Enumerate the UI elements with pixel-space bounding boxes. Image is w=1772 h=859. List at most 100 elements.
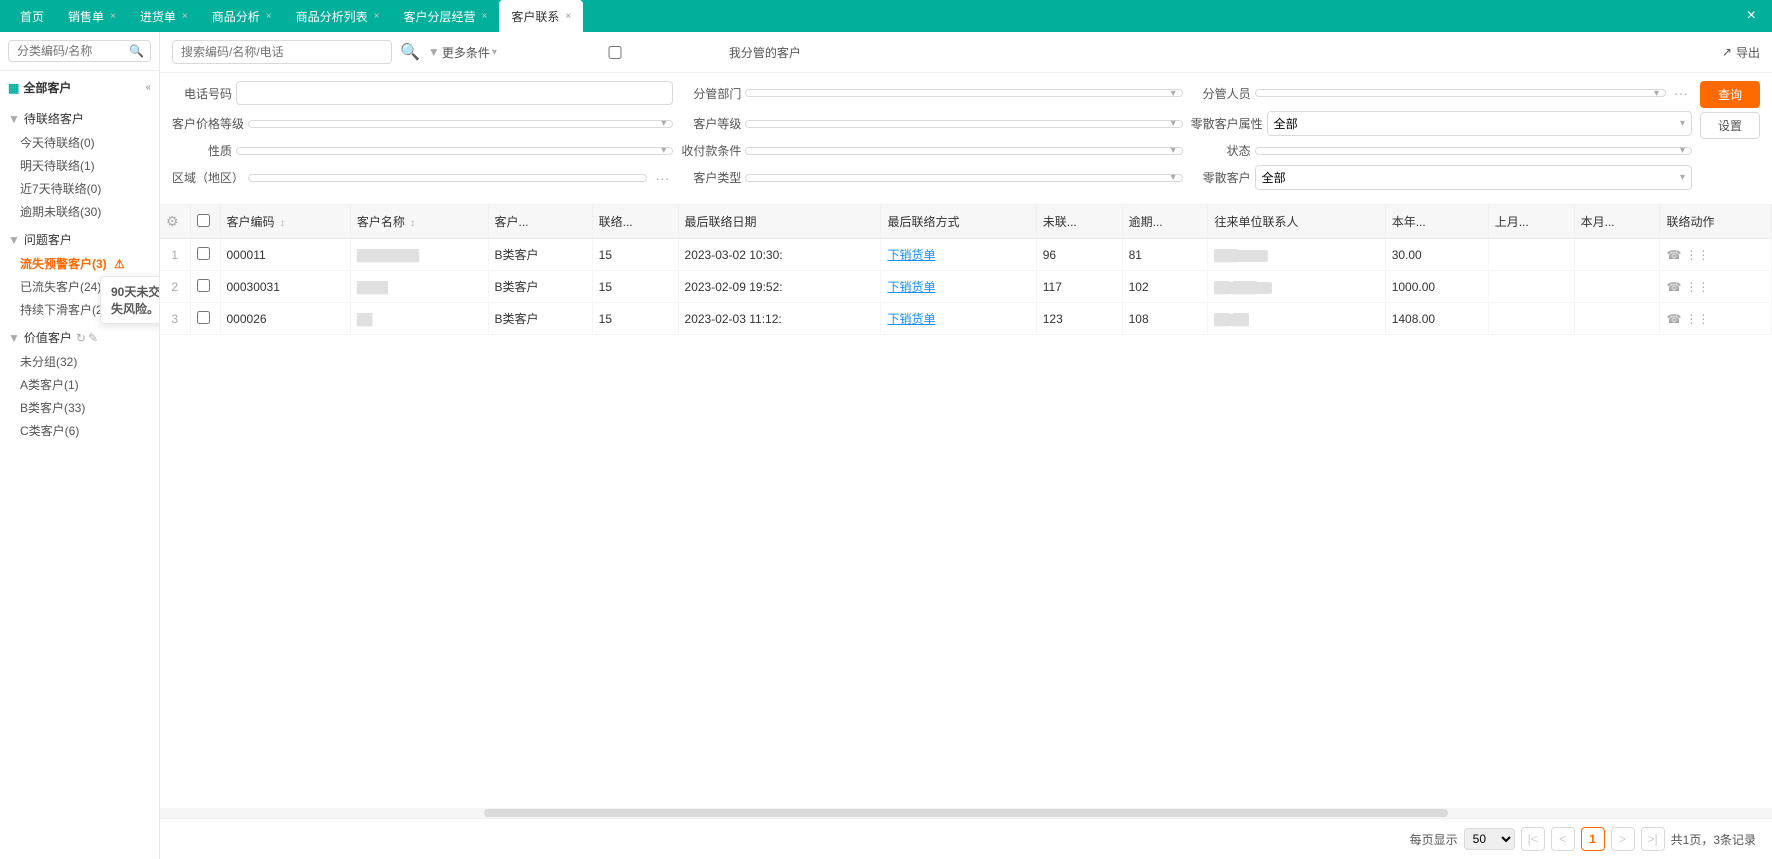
sidebar-section-value-title[interactable]: ▼ 价值客户 ↻ ✎: [0, 325, 159, 350]
sidebar-section-problem-title[interactable]: ▼ 问题客户: [0, 227, 159, 252]
sidebar-item-class-c[interactable]: C类客户(6): [0, 419, 159, 442]
tab-close-analysis-list[interactable]: ×: [374, 11, 380, 22]
sidebar-item-today[interactable]: 今天待联络(0): [0, 131, 159, 154]
scrollbar-thumb[interactable]: [484, 809, 1449, 817]
row-last-contact-type: 下销货单: [881, 271, 1036, 303]
sidebar-item-overdue[interactable]: 逾期未联络(30): [0, 200, 159, 223]
arrow-down-icon: ▼: [8, 112, 20, 126]
phone-label: 电话号码: [172, 85, 232, 102]
tab-purchase[interactable]: 进货单 ×: [128, 0, 200, 32]
sidebar-item-class-b[interactable]: B类客户(33): [0, 396, 159, 419]
settings-button[interactable]: 设置: [1700, 112, 1760, 139]
th-type: 客户...: [488, 205, 592, 239]
my-customers-checkbox-label[interactable]: 我分管的客户: [505, 44, 801, 61]
retail-attr-select[interactable]: 全部 ▾: [1267, 111, 1692, 136]
payment-select[interactable]: ▾: [745, 147, 1182, 155]
per-page-select[interactable]: 50 100 200: [1464, 828, 1515, 850]
table-settings-icon[interactable]: ⚙: [166, 213, 179, 229]
horizontal-scrollbar[interactable]: [160, 808, 1772, 818]
export-button[interactable]: ↗ 导出: [1722, 44, 1760, 61]
row-checkbox[interactable]: [197, 247, 210, 260]
tab-customer-layer[interactable]: 客户分层经营 ×: [391, 0, 499, 32]
retail-customer-select[interactable]: 全部 ▾: [1255, 165, 1692, 190]
search-button[interactable]: 🔍: [400, 42, 420, 62]
price-grade-select[interactable]: ▾: [248, 120, 673, 128]
sidebar-item-tomorrow[interactable]: 明天待联络(1): [0, 154, 159, 177]
th-name[interactable]: 客户名称 ↕: [350, 205, 488, 239]
tooltip-box: 90天未交易的客户，可能有流失风险。: [100, 276, 160, 324]
filter-more-button[interactable]: ▼ 更多条件 ▾: [428, 44, 497, 61]
window-close-button[interactable]: ×: [1739, 7, 1764, 25]
nature-select[interactable]: ▾: [236, 147, 673, 155]
th-code[interactable]: 客户编码 ↕: [220, 205, 350, 239]
row-name: ████████: [350, 239, 488, 271]
tab-home[interactable]: 首页: [8, 0, 56, 32]
th-last-contact-type: 最后联络方式: [881, 205, 1036, 239]
tab-analysis-list[interactable]: 商品分析列表 ×: [284, 0, 392, 32]
tab-customer-contact[interactable]: 客户联系 ×: [499, 0, 583, 32]
th-contact-count: 联络...: [592, 205, 678, 239]
row-actions: ☎ ⋮⋮: [1660, 303, 1772, 335]
grade-select[interactable]: ▾: [745, 120, 1182, 128]
row-type: B类客户: [488, 303, 592, 335]
dept-select[interactable]: ▾: [745, 89, 1182, 97]
action-contact-icon[interactable]: ☎: [1666, 280, 1681, 294]
region-more-button[interactable]: ···: [651, 170, 673, 186]
tab-sales[interactable]: 销售单 ×: [56, 0, 128, 32]
dept-label: 分管部门: [681, 85, 741, 102]
filter-panel: 电话号码 分管部门 ▾ 分管人员: [160, 73, 1772, 205]
row-checkbox-cell: [190, 271, 220, 303]
search-input[interactable]: [172, 40, 392, 64]
action-more-icon[interactable]: ⋮⋮: [1685, 248, 1709, 262]
tab-close-customer-contact[interactable]: ×: [565, 11, 571, 22]
sidebar-item-class-a[interactable]: A类客户(1): [0, 373, 159, 396]
action-more-icon[interactable]: ⋮⋮: [1685, 280, 1709, 294]
row-name: ██: [350, 303, 488, 335]
row-num: 3: [160, 303, 190, 335]
sidebar-section-value: ▼ 价值客户 ↻ ✎ 未分组(32) A类客户(1) B类客户(33) C类客户…: [0, 323, 159, 444]
status-select[interactable]: ▾: [1255, 147, 1692, 155]
last-page-button[interactable]: >|: [1641, 827, 1665, 851]
prev-page-button[interactable]: <: [1551, 827, 1575, 851]
sidebar-item-7days[interactable]: 近7天待联络(0): [0, 177, 159, 200]
phone-input[interactable]: [236, 81, 673, 105]
person-select[interactable]: ▾: [1255, 89, 1666, 97]
th-contact-person: 往来单位联系人: [1208, 205, 1385, 239]
query-button[interactable]: 查询: [1700, 81, 1760, 108]
first-page-button[interactable]: |<: [1521, 827, 1545, 851]
customer-table: ⚙ 客户编码 ↕ 客户名称 ↕ 客户...: [160, 205, 1772, 335]
row-type: B类客户: [488, 271, 592, 303]
row-checkbox[interactable]: [197, 311, 210, 324]
nature-label: 性质: [172, 142, 232, 159]
action-contact-icon[interactable]: ☎: [1666, 248, 1681, 262]
chevron-down-person: ▾: [1654, 88, 1659, 99]
tab-close-analysis[interactable]: ×: [266, 11, 272, 22]
th-this-month: 本月...: [1574, 205, 1660, 239]
action-more-icon[interactable]: ⋮⋮: [1685, 312, 1709, 326]
tab-close-customer-layer[interactable]: ×: [481, 11, 487, 22]
action-contact-icon[interactable]: ☎: [1666, 312, 1681, 326]
sidebar-collapse-icon[interactable]: «: [145, 82, 151, 93]
th-gear: ⚙: [160, 205, 190, 239]
customer-type-select[interactable]: ▾: [745, 174, 1182, 182]
edit-icon[interactable]: ✎: [88, 331, 98, 345]
table-row: 3 000026 ██ B类客户 15 2023-02-03 11:12: 下销…: [160, 303, 1772, 335]
my-customers-checkbox[interactable]: [505, 46, 725, 59]
row-checkbox[interactable]: [197, 279, 210, 292]
next-page-button[interactable]: >: [1611, 827, 1635, 851]
sidebar-item-churn-warning[interactable]: 流失预警客户(3) ⚠ 90天未交易的客户，可能有流失风险。: [0, 252, 159, 275]
row-contact-count: 15: [592, 271, 678, 303]
tab-close-purchase[interactable]: ×: [182, 11, 188, 22]
filter-grade-field: 客户等级 ▾: [681, 115, 1182, 132]
refresh-icon[interactable]: ↻: [76, 331, 86, 345]
sidebar-section-pending-title[interactable]: ▼ 待联络客户: [0, 106, 159, 131]
tab-analysis[interactable]: 商品分析 ×: [200, 0, 284, 32]
person-more-button[interactable]: ···: [1670, 85, 1692, 101]
sidebar-item-ungrouped[interactable]: 未分组(32): [0, 350, 159, 373]
sidebar-all-customers[interactable]: ▦ 全部客户 «: [0, 71, 159, 104]
filter-icon: ▼: [428, 45, 440, 59]
tab-close-sales[interactable]: ×: [110, 11, 116, 22]
region-select[interactable]: [248, 174, 647, 182]
filter-retail-attr-field: 零散客户属性 全部 ▾: [1191, 111, 1692, 136]
select-all-checkbox[interactable]: [197, 214, 210, 227]
